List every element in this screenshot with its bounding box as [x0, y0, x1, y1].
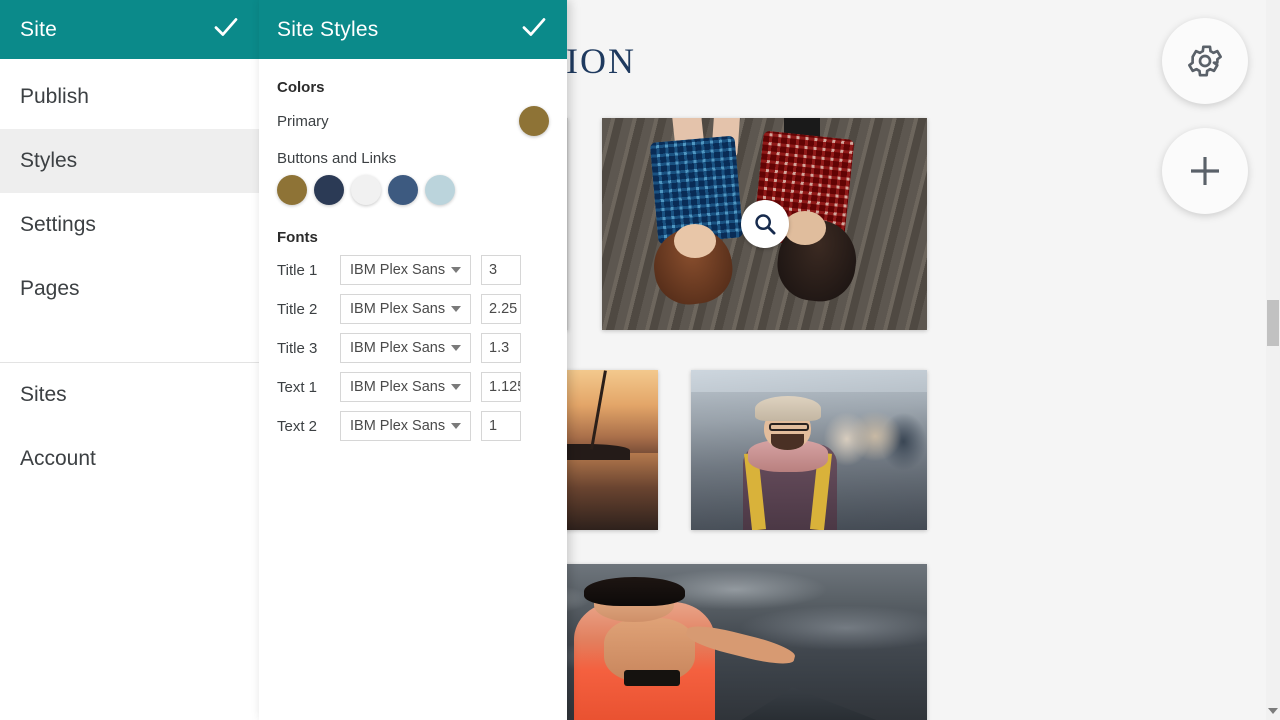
font-family-select-title-3[interactable]: IBM Plex Sans	[340, 333, 471, 363]
swatch-3[interactable]	[351, 175, 381, 205]
photo-man-hat-scarf-crowd	[691, 370, 927, 530]
font-row-title-3: Title 3 IBM Plex Sans 1.3	[259, 324, 567, 363]
sidebar-item-label: Settings	[20, 213, 96, 237]
site-styles-panel: Site Styles Colors Primary Buttons and L…	[259, 0, 567, 720]
font-row-label: Text 1	[277, 379, 340, 396]
site-nav-list: Publish Styles Settings Pages Sites Acco…	[0, 59, 259, 491]
sidebar-item-label: Account	[20, 447, 96, 471]
font-row-text-2: Text 2 IBM Plex Sans 1	[259, 402, 567, 441]
font-size-value: 1	[489, 418, 497, 434]
sidebar-item-account[interactable]: Account	[0, 427, 259, 491]
font-size-value: 1.125	[489, 379, 521, 395]
gallery-item-man-hat-scarf-crowd[interactable]	[691, 370, 927, 530]
font-row-label: Title 1	[277, 262, 340, 279]
colors-section-title: Colors	[259, 59, 567, 96]
site-nav-header: Site	[0, 0, 259, 59]
font-family-select-text-1[interactable]: IBM Plex Sans	[340, 372, 471, 402]
gallery-item-two-girls-decking[interactable]	[602, 118, 927, 330]
font-family-value: IBM Plex Sans	[350, 418, 445, 434]
sidebar-item-pages[interactable]: Pages	[0, 257, 259, 321]
buttons-links-swatch-row	[259, 167, 567, 205]
sidebar-item-sites[interactable]: Sites	[0, 363, 259, 427]
chevron-down-icon	[451, 267, 461, 273]
font-size-input-title-3[interactable]: 1.3	[481, 333, 521, 363]
font-row-title-2: Title 2 IBM Plex Sans 2.25	[259, 285, 567, 324]
primary-color-label: Primary	[277, 113, 329, 130]
gear-icon	[1185, 41, 1225, 81]
font-row-title-1: Title 1 IBM Plex Sans 3	[259, 246, 567, 285]
site-nav-panel: Site Publish Styles Settings Pages S	[0, 0, 259, 720]
swatch-1[interactable]	[277, 175, 307, 205]
font-family-select-title-1[interactable]: IBM Plex Sans	[340, 255, 471, 285]
app-root: COLLECTION	[0, 0, 1280, 720]
sidebar-item-publish[interactable]: Publish	[0, 65, 259, 129]
font-family-value: IBM Plex Sans	[350, 379, 445, 395]
buttons-links-label: Buttons and Links	[259, 136, 567, 167]
swatch-4[interactable]	[388, 175, 418, 205]
font-size-input-title-2[interactable]: 2.25	[481, 294, 521, 324]
vertical-scrollbar-track[interactable]	[1266, 0, 1280, 720]
font-family-select-text-2[interactable]: IBM Plex Sans	[340, 411, 471, 441]
settings-fab-button[interactable]	[1162, 18, 1248, 104]
sidebar-item-label: Sites	[20, 383, 67, 407]
site-styles-header: Site Styles	[259, 0, 567, 59]
chevron-down-icon	[451, 384, 461, 390]
font-family-value: IBM Plex Sans	[350, 301, 445, 317]
font-family-value: IBM Plex Sans	[350, 262, 445, 278]
add-fab-button[interactable]	[1162, 128, 1248, 214]
font-family-value: IBM Plex Sans	[350, 340, 445, 356]
font-size-input-title-1[interactable]: 3	[481, 255, 521, 285]
sidebar-item-settings[interactable]: Settings	[0, 193, 259, 257]
font-row-label: Text 2	[277, 418, 340, 435]
font-row-label: Title 3	[277, 340, 340, 357]
sidebar-item-styles[interactable]: Styles	[0, 129, 259, 193]
font-family-select-title-2[interactable]: IBM Plex Sans	[340, 294, 471, 324]
primary-color-swatch[interactable]	[519, 106, 549, 136]
plus-icon	[1184, 150, 1226, 192]
swatch-5[interactable]	[425, 175, 455, 205]
site-nav-title: Site	[20, 18, 57, 42]
font-row-label: Title 2	[277, 301, 340, 318]
font-size-value: 3	[489, 262, 497, 278]
vertical-scrollbar-thumb[interactable]	[1267, 300, 1279, 346]
checkmark-icon[interactable]	[519, 12, 549, 47]
checkmark-icon[interactable]	[211, 12, 241, 47]
font-size-value: 1.3	[489, 340, 509, 356]
sidebar-item-label: Publish	[20, 85, 89, 109]
swatch-2[interactable]	[314, 175, 344, 205]
font-size-input-text-1[interactable]: 1.125	[481, 372, 521, 402]
font-size-input-text-2[interactable]: 1	[481, 411, 521, 441]
font-row-text-1: Text 1 IBM Plex Sans 1.125	[259, 363, 567, 402]
fonts-section-title: Fonts	[259, 205, 567, 246]
chevron-down-icon	[451, 345, 461, 351]
chevron-down-icon	[451, 423, 461, 429]
sidebar-item-label: Styles	[20, 149, 77, 173]
scroll-down-arrow-icon[interactable]	[1268, 708, 1278, 714]
chevron-down-icon	[451, 306, 461, 312]
site-styles-title: Site Styles	[277, 18, 378, 42]
search-icon[interactable]	[741, 200, 789, 248]
sidebar-item-label: Pages	[20, 277, 80, 301]
primary-color-row: Primary	[259, 96, 567, 136]
font-size-value: 2.25	[489, 301, 517, 317]
